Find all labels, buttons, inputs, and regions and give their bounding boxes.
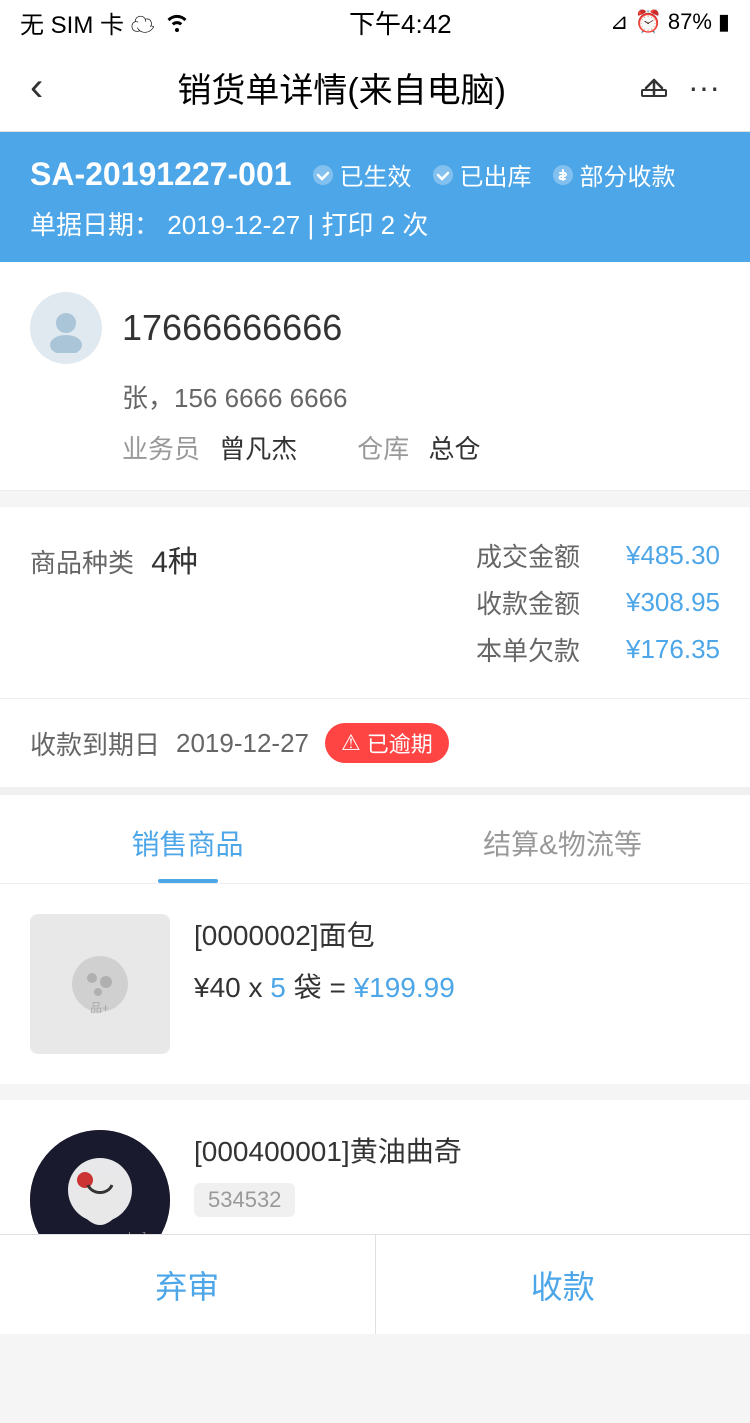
nav-bar: ‹ 销货单详情(来自电脑) ···: [0, 44, 750, 132]
due-date-section: 收款到期日 2019-12-27 ⚠ 已逾期: [0, 699, 750, 795]
collect-payment-button[interactable]: 收款: [376, 1235, 750, 1334]
product-image-bread: 品+: [30, 914, 170, 1054]
financial-stats: 成交金额 ¥485.30 收款金额 ¥308.95 本单欠款 ¥176.35: [476, 537, 720, 668]
customer-contact: 张，156 6666 6666: [30, 378, 720, 415]
product-tabs: 销售商品 结算&物流等: [0, 795, 750, 884]
customer-section: 17666666666 张，156 6666 6666 业务员 曾凡杰 仓库 总…: [0, 262, 750, 491]
amount-value: ¥485.30: [600, 540, 720, 571]
badge-effective: 已生效: [312, 157, 412, 192]
status-right: ⊿ ⏰ 87% ▮: [610, 9, 730, 35]
sales-label: 业务员: [122, 434, 200, 464]
warehouse-value: 总仓: [429, 434, 481, 464]
product-name-cookies: [000400001]黄油曲奇: [194, 1130, 720, 1170]
back-button[interactable]: ‹: [30, 65, 43, 110]
cancel-review-button[interactable]: 弃审: [0, 1235, 376, 1334]
overdue-badge: ⚠ 已逾期: [325, 723, 449, 763]
share-button[interactable]: [640, 70, 668, 105]
sales-value: 曾凡杰: [219, 434, 297, 464]
sim-status: 无 SIM 卡 ☁: [20, 5, 155, 40]
product-item: 品+ [0000002]面包 ¥40 x 5 袋 = ¥199.99: [0, 884, 750, 1084]
tab-sales-products[interactable]: 销售商品: [0, 795, 375, 883]
badge-partial-payment: 部分收款: [552, 157, 676, 192]
nav-right: ···: [640, 69, 720, 106]
product-types: 商品种类 4种: [30, 537, 198, 581]
warning-icon: ⚠: [341, 730, 361, 756]
badge-dispatched: 已出库: [432, 157, 532, 192]
order-id: SA-20191227-001: [30, 156, 292, 193]
page-title: 销货单详情(来自电脑): [177, 63, 506, 112]
amount-label: 成交金额: [476, 537, 580, 574]
nav-left: ‹: [30, 65, 43, 110]
received-label: 收款金额: [476, 584, 580, 621]
customer-name: 17666666666: [122, 307, 342, 349]
status-left: 无 SIM 卡 ☁: [20, 5, 191, 40]
received-value: ¥308.95: [600, 587, 720, 618]
debt-value: ¥176.35: [600, 634, 720, 665]
order-header: SA-20191227-001 已生效 已出库 部分收款 单据日期： 2019-…: [0, 132, 750, 262]
svg-text:品+: 品+: [90, 1001, 109, 1015]
more-button[interactable]: ···: [688, 69, 720, 106]
order-date: 单据日期： 2019-12-27 | 打印 2 次: [30, 205, 720, 242]
clock-icon: ⏰: [634, 9, 661, 35]
battery-level: 87%: [668, 9, 712, 35]
tab-settlement-logistics[interactable]: 结算&物流等: [375, 795, 750, 883]
product-price-bread: ¥40 x 5 袋 = ¥199.99: [194, 966, 720, 1006]
stats-section: 商品种类 4种 成交金额 ¥485.30 收款金额 ¥308.95 本单欠款 ¥…: [0, 507, 750, 699]
status-time: 下午4:42: [349, 4, 452, 41]
customer-meta: 业务员 曾凡杰 仓库 总仓: [30, 429, 720, 466]
product-info-bread: [0000002]面包 ¥40 x 5 袋 = ¥199.99: [194, 914, 720, 1006]
location-icon: ⊿: [610, 9, 628, 35]
battery-icon: ▮: [718, 9, 730, 35]
warehouse-label: 仓库: [357, 434, 409, 464]
bottom-bar: 弃审 收款: [0, 1234, 750, 1334]
due-date-label: 收款到期日: [30, 725, 160, 762]
debt-label: 本单欠款: [476, 631, 580, 668]
wifi-icon: [163, 12, 191, 32]
due-date-value: 2019-12-27: [176, 728, 309, 759]
status-bar: 无 SIM 卡 ☁ 下午4:42 ⊿ ⏰ 87% ▮: [0, 0, 750, 44]
customer-avatar: [30, 292, 102, 364]
product-sku: 534532: [194, 1183, 295, 1217]
product-name-bread: [0000002]面包: [194, 914, 720, 954]
